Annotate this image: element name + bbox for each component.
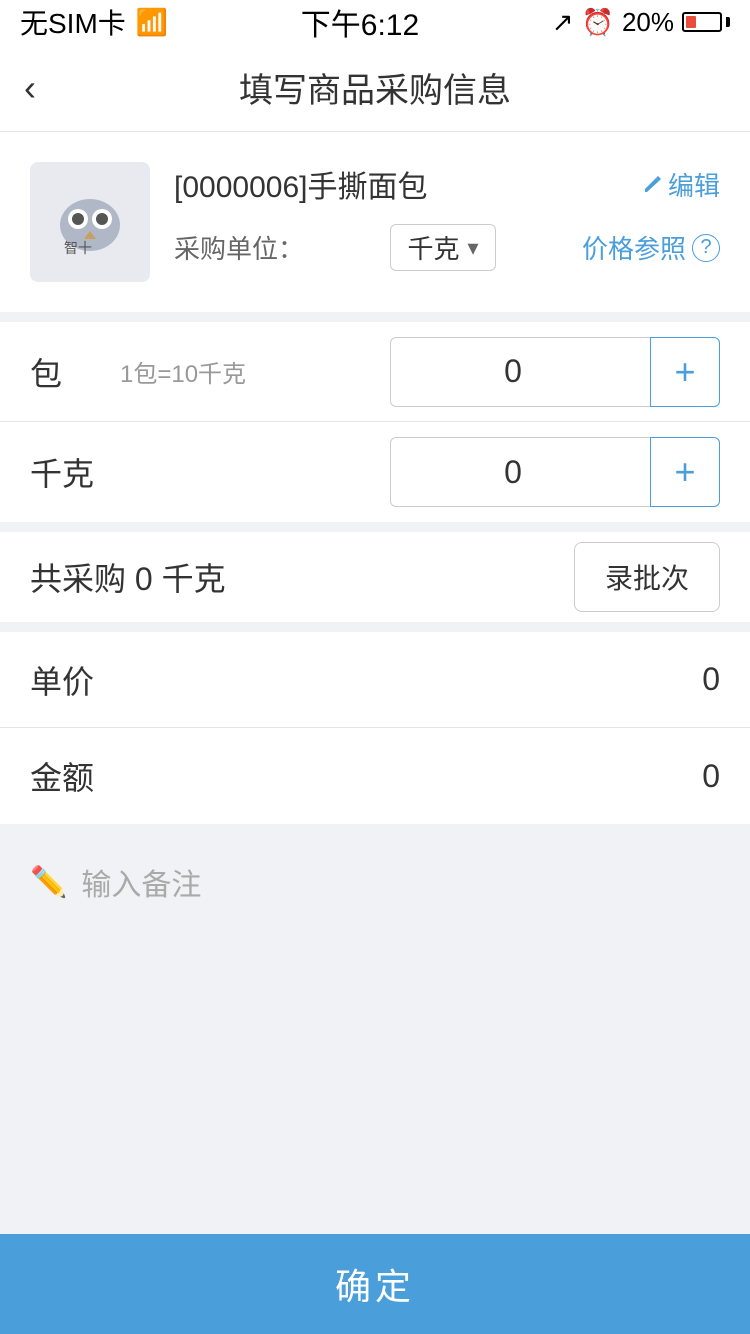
dropdown-arrow-icon: ▾: [467, 235, 478, 261]
amount-label: 金额: [30, 753, 94, 799]
battery-icon: [682, 12, 730, 32]
unit-select[interactable]: 千克 ▾: [390, 224, 495, 271]
product-name-row: [0000006]手撕面包 编辑: [174, 162, 720, 206]
product-info: [0000006]手撕面包 编辑 采购单位： 千克 ▾ 价格参照 ?: [174, 162, 720, 271]
bao-sublabel: 1包=10千克: [120, 354, 390, 389]
battery-pct: 20%: [622, 7, 674, 38]
kg-input[interactable]: [390, 437, 650, 507]
product-logo: 智十: [50, 187, 130, 257]
purchase-unit-label: 采购单位：: [174, 229, 304, 266]
nav-bar: ‹ 填写商品采购信息: [0, 44, 750, 132]
total-row: 共采购 0 千克 录批次: [0, 532, 750, 632]
status-bar: 无SIM卡 📶 下午6:12 ↗ ⏰ 20%: [0, 0, 750, 44]
carrier-label: 无SIM卡: [20, 2, 126, 42]
edit-icon: [642, 173, 664, 195]
edit-button[interactable]: 编辑: [642, 166, 720, 203]
product-card: 智十 [0000006]手撕面包 编辑 采购单位： 千克 ▾ 价格参照 ?: [0, 132, 750, 322]
product-image: 智十: [30, 162, 150, 282]
confirm-button[interactable]: 确定: [0, 1234, 750, 1334]
bao-input[interactable]: [390, 337, 650, 407]
bao-row: 包 1包=10千克 +: [0, 322, 750, 422]
kg-label: 千克: [30, 449, 110, 495]
location-icon: ↗: [552, 7, 574, 38]
svg-text:智十: 智十: [64, 240, 92, 256]
info-section: 单价 0 金额 0: [0, 632, 750, 834]
wifi-icon: 📶: [136, 7, 168, 38]
bao-input-wrap: +: [390, 337, 720, 407]
kg-input-wrap: +: [390, 437, 720, 507]
amount-row: 金额 0: [0, 728, 750, 824]
confirm-label: 确定: [335, 1258, 415, 1310]
bao-plus-button[interactable]: +: [650, 337, 720, 407]
remark-placeholder: 输入备注: [81, 860, 201, 904]
price-ref-label: 价格参照: [582, 229, 686, 266]
unit-price-label: 单价: [30, 657, 94, 703]
bao-label: 包: [30, 349, 110, 395]
remark-section[interactable]: ✏️ 输入备注: [0, 834, 750, 944]
total-label: 共采购 0 千克: [30, 554, 226, 600]
amount-value: 0: [702, 758, 720, 795]
pencil-icon: ✏️: [30, 865, 67, 900]
product-name: [0000006]手撕面包: [174, 162, 427, 206]
kg-row: 千克 +: [0, 422, 750, 522]
unit-price-row: 单价 0: [0, 632, 750, 728]
unit-price-value: 0: [702, 661, 720, 698]
batch-button[interactable]: 录批次: [574, 542, 720, 612]
alarm-icon: ⏰: [582, 7, 614, 38]
back-button[interactable]: ‹: [24, 67, 36, 109]
purchase-unit-row: 采购单位： 千克 ▾ 价格参照 ?: [174, 224, 720, 271]
status-time: 下午6:12: [301, 0, 419, 44]
page-title: 填写商品采购信息: [239, 63, 511, 112]
help-icon: ?: [692, 234, 720, 262]
price-ref-button[interactable]: 价格参照 ?: [582, 229, 720, 266]
edit-label: 编辑: [668, 166, 720, 203]
status-left: 无SIM卡 📶: [20, 2, 168, 42]
kg-plus-button[interactable]: +: [650, 437, 720, 507]
unit-value: 千克: [407, 229, 459, 266]
content-spacer: [0, 944, 750, 1224]
status-right: ↗ ⏰ 20%: [552, 7, 730, 38]
input-section: 包 1包=10千克 + 千克 +: [0, 322, 750, 532]
